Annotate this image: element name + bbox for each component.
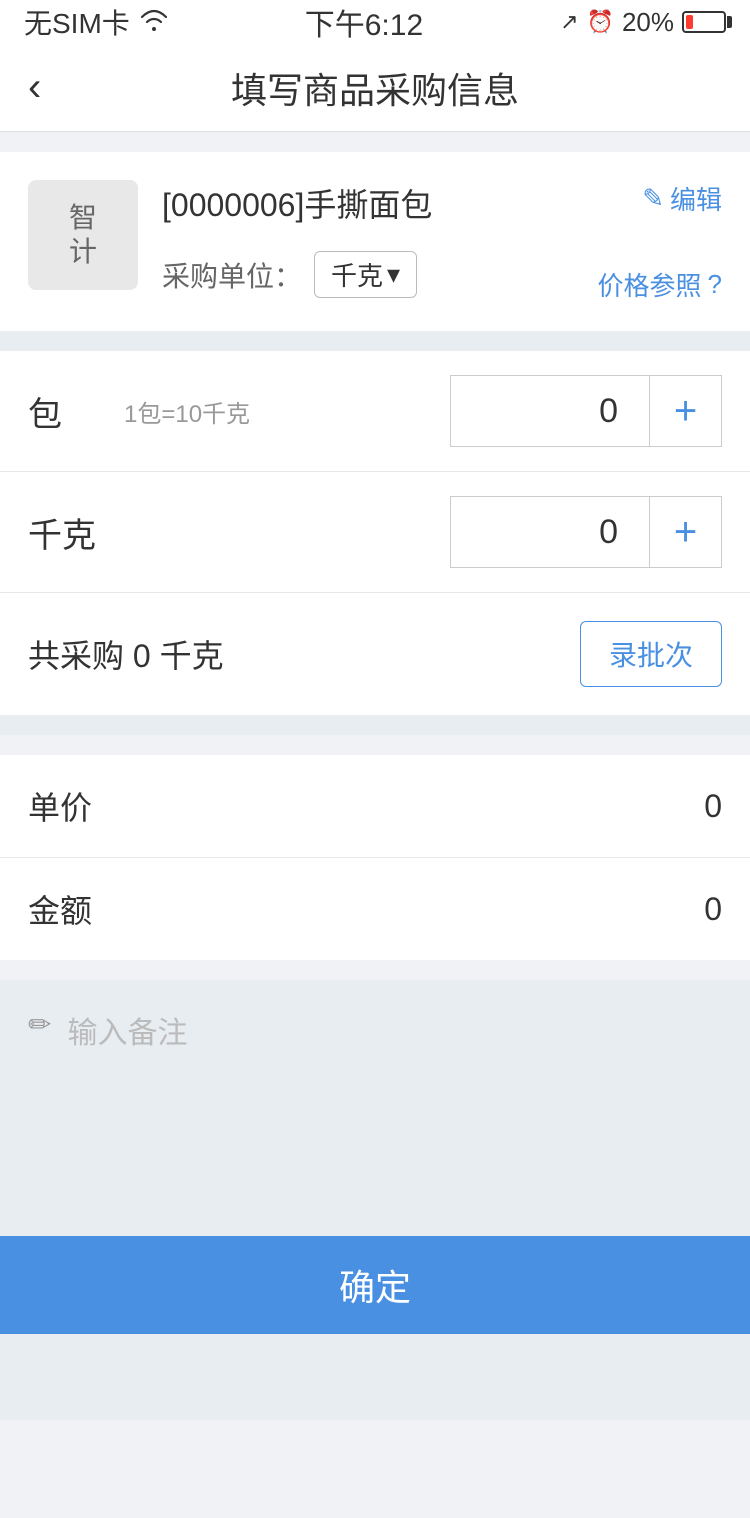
back-button[interactable]: ‹ [28,65,41,110]
battery-percent: 20% [622,7,674,38]
alarm-icon: ⏰ [587,9,614,35]
product-logo: 智 计 [69,201,97,268]
kg-plus-button[interactable]: + [650,496,722,568]
status-bar: 无SIM卡 下午6:12 ↗ ⏰ 20% [0,0,750,44]
edit-button[interactable]: ✎ 编辑 [642,180,722,217]
batch-record-button[interactable]: 录批次 [580,621,722,687]
unit-price-value: 0 [704,788,722,825]
battery-icon [682,11,726,33]
edit-label: 编辑 [670,180,722,217]
unit-price-row: 单价 0 [0,755,750,858]
amount-label: 金额 [28,886,92,932]
summary-row: 共采购 0 千克 录批次 [0,593,750,715]
bao-plus-button[interactable]: + [650,375,722,447]
kg-label: 千克 [28,508,108,557]
section-divider-1 [0,331,750,351]
carrier-label: 无SIM卡 [24,2,130,42]
unit-row: 采购单位： 千克 ▾ [162,251,417,298]
status-right: ↗ ⏰ 20% [560,7,726,38]
kg-input-row: 千克 + [0,472,750,593]
amount-value: 0 [704,891,722,928]
remark-placeholder: 输入备注 [67,1008,187,1052]
bao-label: 包 [28,387,108,436]
remark-section[interactable]: ✏ 输入备注 [0,980,750,1100]
amount-row: 金额 0 [0,858,750,960]
pencil-icon: ✏ [28,1008,51,1041]
page-title: 填写商品采购信息 [231,62,519,114]
price-reference-button[interactable]: 价格参照 ? [598,266,722,303]
nav-bar: ‹ 填写商品采购信息 [0,44,750,132]
product-info: [0000006]手撕面包 采购单位： 千克 ▾ 价格参照 ? [162,180,722,303]
bao-quantity-input[interactable] [450,375,650,447]
pricing-section: 单价 0 金额 0 [0,755,750,960]
unit-price-row: 采购单位： 千克 ▾ 价格参照 ? [162,246,722,303]
product-thumbnail: 智 计 [28,180,138,290]
product-card: 智 计 [0000006]手撕面包 采购单位： 千克 ▾ 价格参照 ? [0,152,750,331]
status-time: 下午6:12 [305,0,423,44]
edit-icon: ✎ [642,183,664,214]
status-left: 无SIM卡 [24,2,168,42]
price-ref-label: 价格参照 [598,266,702,303]
unit-price-label: 单价 [28,783,92,829]
unit-label: 采购单位： [162,255,302,295]
confirm-label: 确定 [339,1259,411,1311]
help-icon: ? [708,269,722,300]
confirm-bar[interactable]: 确定 [0,1236,750,1334]
bao-sublabel: 1包=10千克 [124,394,250,429]
total-purchase-text: 共采购 0 千克 [28,631,224,677]
location-icon: ↗ [560,9,578,35]
kg-quantity-input[interactable] [450,496,650,568]
kg-input-wrapper: + [450,496,722,568]
bao-input-row: 包 1包=10千克 + [0,351,750,472]
wifi-icon [140,6,168,38]
section-divider-2 [0,715,750,735]
dropdown-arrow-icon: ▾ [387,259,400,290]
unit-select[interactable]: 千克 ▾ [314,251,417,298]
input-section: 包 1包=10千克 + 千克 + [0,351,750,593]
bao-input-wrapper: + [450,375,722,447]
product-name: [0000006]手撕面包 [162,180,722,226]
